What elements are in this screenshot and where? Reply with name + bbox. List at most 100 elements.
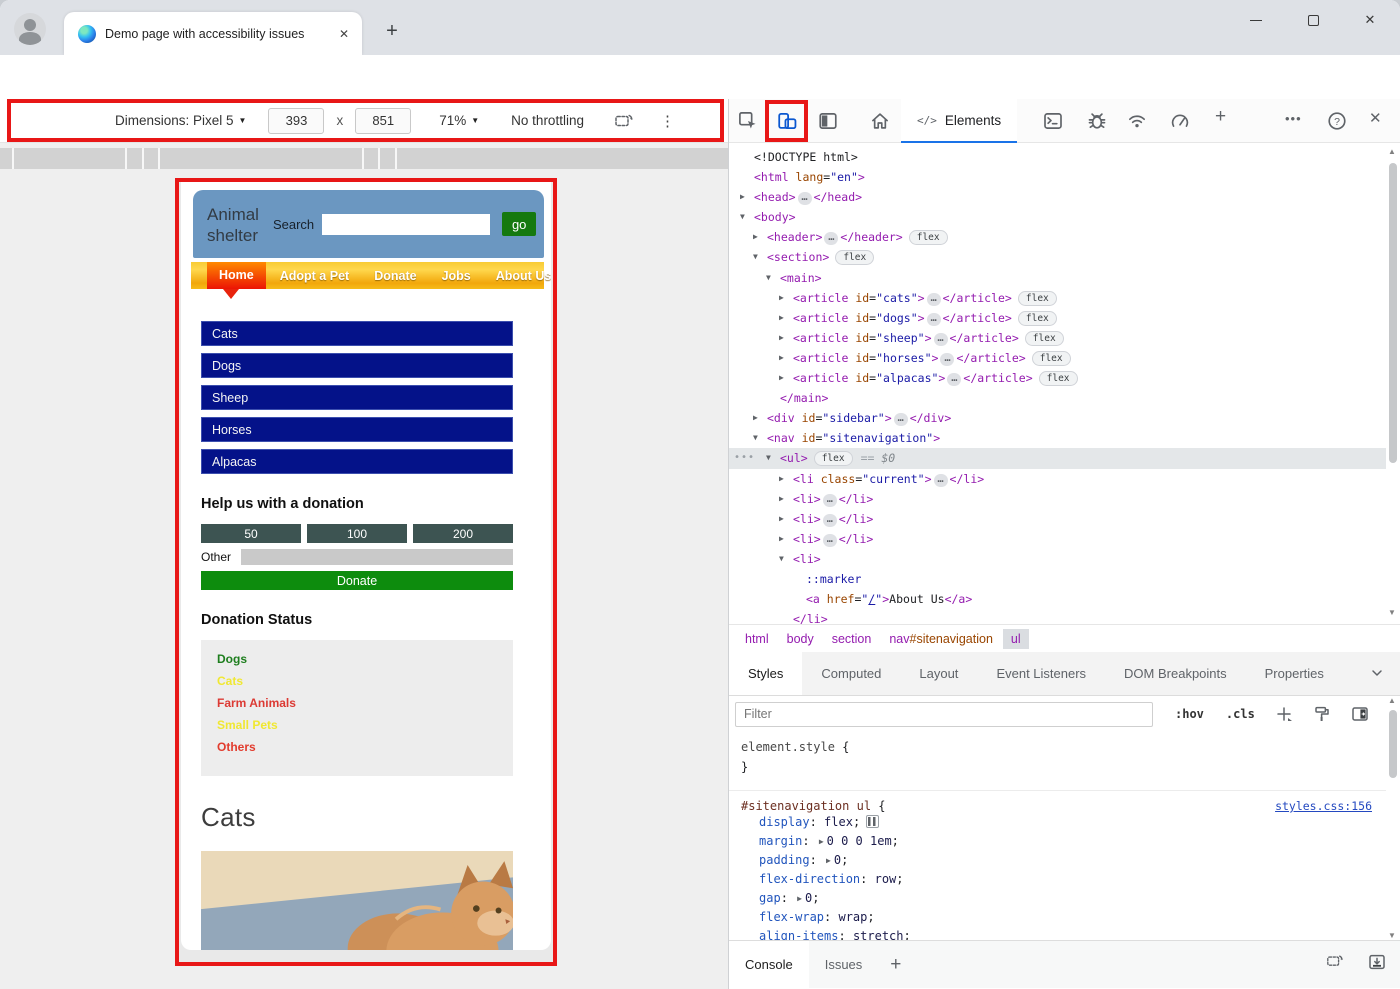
css-property-margin[interactable]: margin: ▶0 0 0 1em; — [741, 832, 1376, 851]
flex-badge[interactable]: flex — [835, 250, 874, 265]
expand-quick-view-icon[interactable] — [1368, 953, 1386, 971]
breadcrumb-item-html[interactable]: html — [745, 632, 769, 646]
inline-ellipsis-badge[interactable]: … — [824, 232, 838, 245]
dom-row-more-icon[interactable]: ••• — [734, 448, 755, 468]
dom-tree-row[interactable]: ▼<section>flex — [729, 247, 1386, 267]
shorthand-expand-icon[interactable]: ▶ — [826, 851, 831, 870]
styles-scrollbar[interactable]: ▲ ▼ — [1386, 696, 1399, 940]
nav-item-about-us[interactable]: About Us — [496, 269, 551, 283]
dom-tree-row[interactable]: ::marker — [729, 569, 1386, 589]
network-wifi-icon[interactable] — [1127, 111, 1147, 131]
profile-avatar-icon[interactable] — [14, 13, 46, 45]
tab-dom-breakpoints[interactable]: DOM Breakpoints — [1105, 652, 1246, 695]
home-icon[interactable] — [870, 111, 890, 131]
expand-arrow-icon[interactable]: ▶ — [779, 469, 784, 489]
inline-ellipsis-badge[interactable]: … — [927, 313, 941, 326]
console-panel-icon[interactable] — [1043, 111, 1063, 131]
toggle-hover-state-button[interactable]: :hov — [1175, 707, 1204, 721]
expand-arrow-icon[interactable]: ▶ — [779, 308, 784, 328]
category-link-cats[interactable]: Cats — [201, 321, 513, 346]
dom-tree-row[interactable]: ▶<article id="cats">…</article>flex — [729, 288, 1386, 308]
category-link-alpacas[interactable]: Alpacas — [201, 449, 513, 474]
css-property-display[interactable]: display: flex; — [741, 813, 1376, 832]
tab-layout[interactable]: Layout — [900, 652, 977, 695]
other-amount-input[interactable] — [241, 549, 513, 565]
device-emulation-icon[interactable] — [777, 111, 797, 131]
css-property-gap[interactable]: gap: ▶0; — [741, 889, 1376, 908]
dock-side-icon[interactable] — [818, 111, 838, 131]
inline-ellipsis-badge[interactable]: … — [934, 474, 948, 487]
paint-format-icon[interactable] — [1313, 705, 1331, 723]
flex-badge[interactable]: flex — [1018, 311, 1057, 326]
breadcrumb-item-section[interactable]: section — [832, 632, 872, 646]
amount-button-200[interactable]: 200 — [413, 524, 513, 543]
help-icon[interactable]: ? — [1327, 111, 1347, 131]
dom-tree-row[interactable]: ▶<head>…</head> — [729, 187, 1386, 207]
dom-tree-row[interactable]: ▶<article id="sheep">…</article>flex — [729, 328, 1386, 348]
tab-close-icon[interactable]: ✕ — [336, 27, 352, 41]
expand-arrow-icon[interactable]: ▶ — [779, 509, 784, 529]
zoom-select[interactable]: 71% — [439, 113, 466, 128]
expand-arrow-icon[interactable]: ▶ — [740, 187, 745, 207]
toggle-class-button[interactable]: .cls — [1226, 707, 1255, 721]
sitenavigation-ul-rule[interactable]: styles.css:156 #sitenavigation ul { disp… — [729, 791, 1386, 940]
breadcrumb-item-body[interactable]: body — [787, 632, 814, 646]
dom-tree-row[interactable]: ▶<li>…</li> — [729, 489, 1386, 509]
dom-tree-row[interactable]: ▶<div id="sidebar">…</div> — [729, 408, 1386, 428]
shorthand-expand-icon[interactable]: ▶ — [797, 889, 802, 908]
category-link-dogs[interactable]: Dogs — [201, 353, 513, 378]
browser-tab[interactable]: Demo page with accessibility issues ✕ — [64, 12, 362, 55]
collapse-arrow-icon[interactable]: ▼ — [766, 268, 771, 288]
viewport-width-input[interactable] — [268, 108, 324, 134]
debug-bug-icon[interactable] — [1087, 111, 1107, 131]
window-close-button[interactable]: ✕ — [1347, 0, 1393, 40]
dom-tree-row[interactable]: ▶<li>…</li> — [729, 509, 1386, 529]
rotate-device-icon[interactable] — [614, 112, 634, 130]
flex-badge[interactable]: flex — [1039, 371, 1078, 386]
collapse-arrow-icon[interactable]: ▼ — [753, 247, 758, 267]
inline-ellipsis-badge[interactable]: … — [927, 293, 941, 306]
nav-item-donate[interactable]: Donate — [374, 269, 416, 283]
tab-elements[interactable]: </> Elements — [901, 99, 1017, 143]
tab-computed[interactable]: Computed — [802, 652, 900, 695]
collapse-arrow-icon[interactable]: ▼ — [740, 207, 745, 227]
flex-badge[interactable]: flex — [1025, 331, 1064, 346]
flex-badge[interactable]: flex — [814, 451, 853, 466]
expand-arrow-icon[interactable]: ▶ — [753, 408, 758, 428]
inline-ellipsis-badge[interactable]: … — [823, 494, 837, 507]
flex-badge[interactable]: flex — [909, 230, 948, 245]
expand-arrow-icon[interactable]: ▶ — [779, 348, 784, 368]
dom-tree-row[interactable]: ▶<li class="current">…</li> — [729, 469, 1386, 489]
new-tab-button[interactable]: + — [378, 18, 406, 46]
quickview-tab-issues[interactable]: Issues — [809, 941, 879, 989]
tab-event-listeners[interactable]: Event Listeners — [977, 652, 1105, 695]
inline-ellipsis-badge[interactable]: … — [947, 373, 961, 386]
overflow-chevron-icon[interactable] — [1370, 666, 1384, 685]
category-link-horses[interactable]: Horses — [201, 417, 513, 442]
dom-tree-row[interactable]: ▼<nav id="sitenavigation"> — [729, 428, 1386, 448]
dom-tree-row[interactable]: ▶<article id="dogs">…</article>flex — [729, 308, 1386, 328]
dom-tree-scrollbar[interactable]: ▲ ▼ — [1386, 147, 1399, 617]
css-property-align-items[interactable]: align-items: stretch; — [741, 927, 1376, 940]
css-property-flex-direction[interactable]: flex-direction: row; — [741, 870, 1376, 889]
window-minimize-button[interactable] — [1233, 0, 1279, 40]
dom-tree-row[interactable]: ▶<article id="alpacas">…</article>flex — [729, 368, 1386, 388]
dom-tree-row[interactable]: </main> — [729, 388, 1386, 408]
inline-ellipsis-badge[interactable]: … — [934, 333, 948, 346]
shorthand-expand-icon[interactable]: ▶ — [819, 832, 824, 851]
css-property-padding[interactable]: padding: ▶0; — [741, 851, 1376, 870]
screencast-icon[interactable] — [1326, 953, 1344, 971]
inline-ellipsis-badge[interactable]: … — [823, 514, 837, 527]
search-go-button[interactable]: go — [502, 212, 536, 236]
nav-item-jobs[interactable]: Jobs — [442, 269, 471, 283]
styles-filter-input[interactable] — [735, 702, 1153, 727]
inspect-element-icon[interactable] — [738, 111, 758, 131]
css-property-flex-wrap[interactable]: flex-wrap: wrap; — [741, 908, 1376, 927]
nav-item-adopt-a-pet[interactable]: Adopt a Pet — [280, 269, 349, 283]
expand-arrow-icon[interactable]: ▶ — [779, 489, 784, 509]
throttling-select[interactable]: No throttling — [511, 113, 584, 128]
dom-tree-row[interactable]: ▼<main> — [729, 268, 1386, 288]
inline-ellipsis-badge[interactable]: … — [823, 534, 837, 547]
dom-tree-row[interactable]: ▼<body> — [729, 207, 1386, 227]
stylesheet-link[interactable]: styles.css:156 — [1275, 799, 1372, 813]
